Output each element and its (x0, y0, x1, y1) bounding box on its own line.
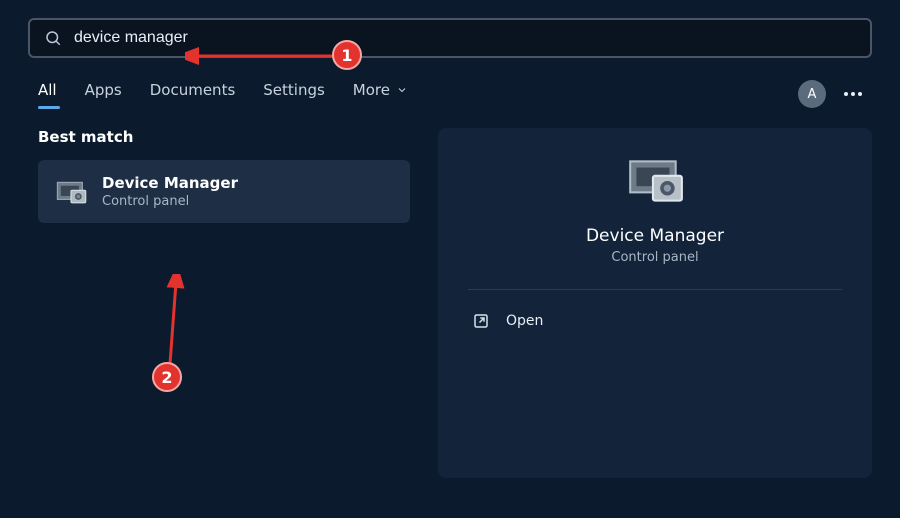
search-input[interactable] (74, 29, 856, 47)
tab-apps[interactable]: Apps (85, 81, 122, 107)
tab-more-label: More (353, 81, 390, 99)
result-title: Device Manager (102, 174, 238, 192)
open-action[interactable]: Open (468, 306, 842, 336)
device-manager-icon (624, 154, 686, 208)
more-options-button[interactable] (844, 92, 862, 96)
tab-settings[interactable]: Settings (263, 81, 325, 107)
tab-documents[interactable]: Documents (150, 81, 236, 107)
search-bar[interactable] (28, 18, 872, 58)
annotation-badge-1: 1 (332, 40, 362, 70)
open-label: Open (506, 313, 543, 329)
chevron-down-icon (396, 84, 408, 96)
results-column: Best match Device Manager Control panel (38, 128, 410, 478)
tab-all[interactable]: All (38, 81, 57, 107)
device-manager-icon (54, 177, 88, 207)
filter-tabs: All Apps Documents Settings More (38, 81, 408, 107)
best-match-label: Best match (38, 128, 410, 146)
search-icon (44, 29, 62, 47)
tabs-row: All Apps Documents Settings More A (0, 66, 900, 118)
detail-title: Device Manager (586, 226, 724, 246)
annotation-badge-2: 2 (152, 362, 182, 392)
open-icon (472, 312, 490, 330)
divider (468, 289, 842, 290)
result-device-manager[interactable]: Device Manager Control panel (38, 160, 410, 223)
detail-subtitle: Control panel (611, 250, 698, 265)
result-subtitle: Control panel (102, 194, 238, 209)
detail-panel: Device Manager Control panel Open (438, 128, 872, 478)
avatar[interactable]: A (798, 80, 826, 108)
tab-more[interactable]: More (353, 81, 408, 107)
